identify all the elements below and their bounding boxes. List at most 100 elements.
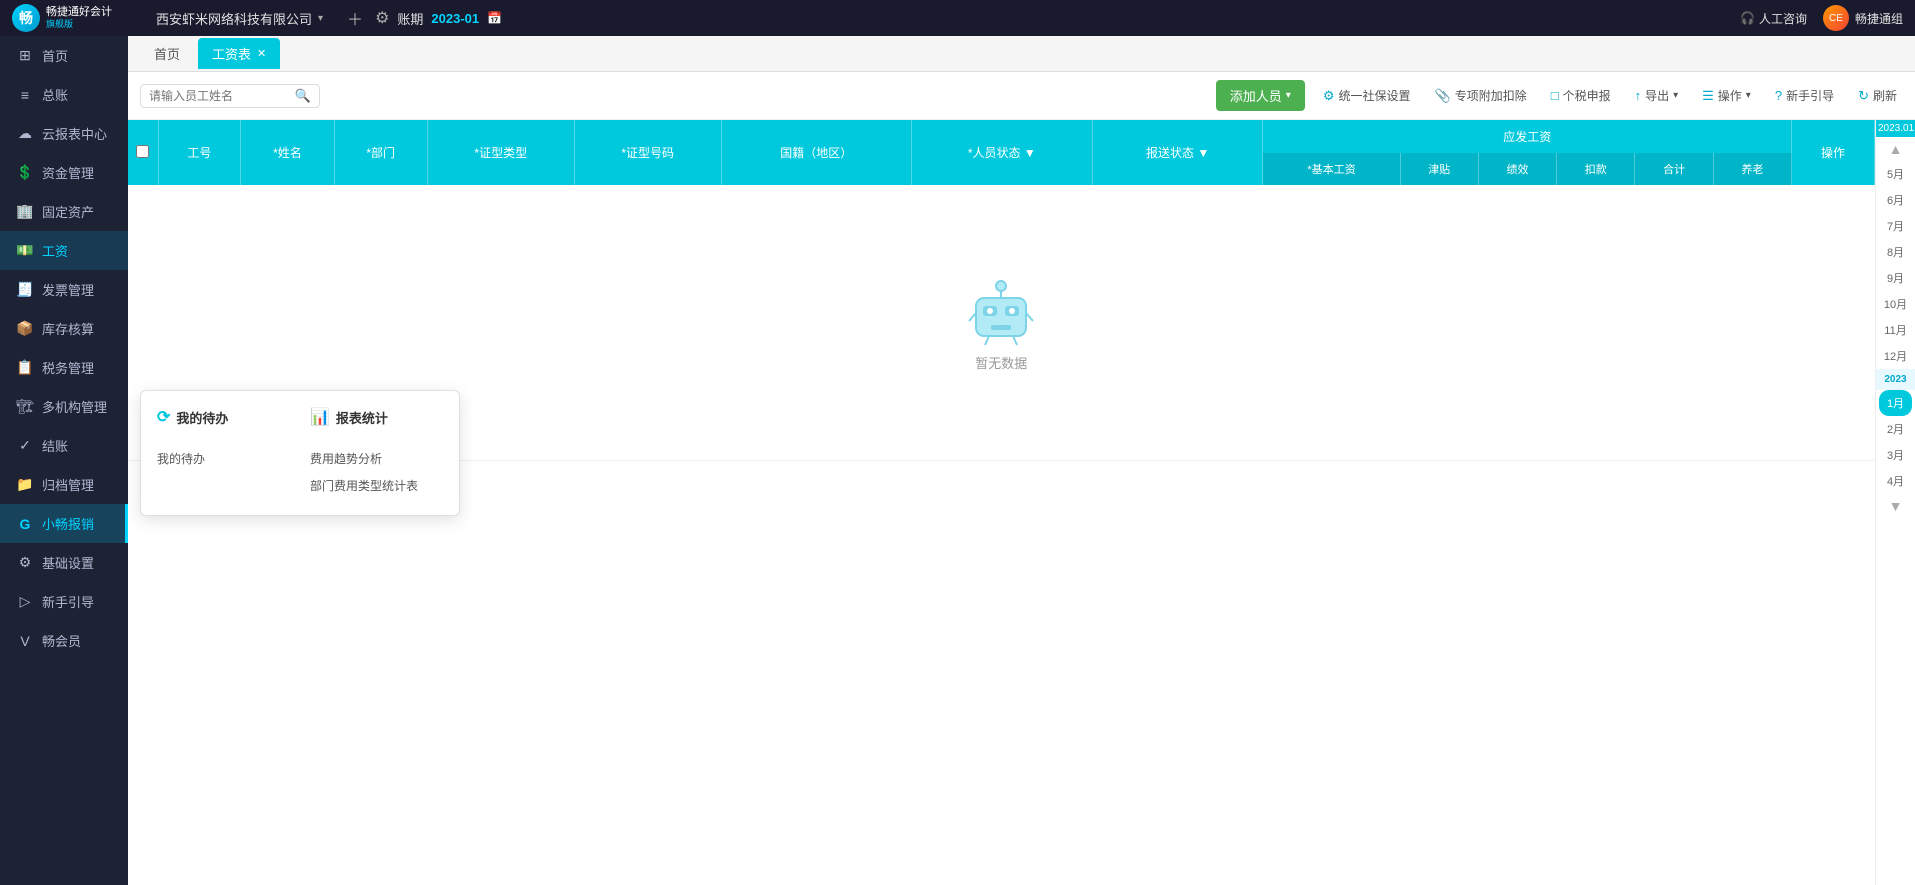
sidebar-item-basic[interactable]: ⚙ 基础设置 — [0, 543, 128, 582]
col-op: 操作 — [1792, 120, 1875, 185]
social-icon: ⚙ — [1323, 88, 1335, 104]
sub-performance: 绩效 — [1478, 153, 1556, 185]
sub-total: 合计 — [1635, 153, 1713, 185]
settings-icon[interactable]: ⚙ — [375, 8, 389, 28]
invoice-icon: 🧾 — [16, 281, 34, 298]
refresh-button[interactable]: ↻ 刷新 — [1852, 83, 1903, 108]
headset-icon: 🎧 — [1740, 11, 1755, 25]
timeline-month-5[interactable]: 5月 — [1876, 161, 1915, 187]
sidebar: ⊞ 首页 ≡ 总账 ☁ 云报表中心 💲 资金管理 🏢 固定资产 💵 工资 🧾 发… — [0, 36, 128, 885]
popup-col-report-title: 📊 报表统计 — [310, 407, 443, 433]
sidebar-item-xpay[interactable]: G 小畅报销 — [0, 504, 128, 543]
col-name: *姓名 — [241, 120, 334, 185]
sub-base: *基本工资 — [1263, 153, 1400, 185]
refresh-icon: ↻ — [1858, 88, 1869, 104]
export-button[interactable]: ↑ 导出 ▾ — [1629, 83, 1685, 108]
timeline-month-1[interactable]: 1月 — [1879, 390, 1912, 416]
sidebar-item-tax[interactable]: 📋 税务管理 — [0, 348, 128, 387]
sidebar-item-member[interactable]: V 畅会员 — [0, 621, 128, 660]
tax-report-button[interactable]: □ 个税申报 — [1545, 83, 1617, 108]
timeline-up-nav[interactable]: ▲ — [1876, 137, 1915, 161]
report-icon: 📊 — [310, 407, 330, 427]
home-icon: ⊞ — [16, 47, 34, 64]
tab-salary[interactable]: 工资表 ✕ — [198, 38, 280, 69]
filter-icon[interactable]: ▼ — [1024, 146, 1036, 160]
sidebar-item-multi[interactable]: 🏗 多机构管理 — [0, 387, 128, 426]
sidebar-item-ledger[interactable]: ≡ 总账 — [0, 75, 128, 114]
xpay-icon: G — [16, 516, 34, 532]
search-wrap: 🔍 — [140, 84, 320, 108]
timeline-month-6[interactable]: 6月 — [1876, 187, 1915, 213]
top-bar-quick-actions: ＋ ⚙ — [347, 6, 389, 30]
tab-home[interactable]: 首页 — [140, 38, 194, 69]
timeline-month-11[interactable]: 11月 — [1876, 317, 1915, 343]
col-no: 工号 — [158, 120, 241, 185]
select-all-checkbox[interactable] — [136, 145, 149, 158]
salary-icon: 💵 — [16, 242, 34, 259]
guide-icon: ▷ — [16, 593, 34, 610]
sidebar-item-invoice[interactable]: 🧾 发票管理 — [0, 270, 128, 309]
empty-illustration — [961, 273, 1041, 353]
archive-icon: 📁 — [16, 476, 34, 493]
sidebar-item-assets[interactable]: 🏢 固定资产 — [0, 192, 128, 231]
col-cert-type: *证型类型 — [427, 120, 574, 185]
popup-item-todo[interactable]: 我的待办 — [157, 445, 290, 472]
col-country: 国籍（地区） — [721, 120, 911, 185]
tab-close-icon[interactable]: ✕ — [257, 47, 266, 60]
sidebar-item-inventory[interactable]: 📦 库存核算 — [0, 309, 128, 348]
toolbar: 🔍 添加人员 ▾ ⚙ 统一社保设置 📎 专项附加扣除 □ 个税申报 — [128, 72, 1915, 120]
sidebar-item-archive[interactable]: 📁 归档管理 — [0, 465, 128, 504]
funds-icon: 💲 — [16, 164, 34, 181]
search-input[interactable] — [149, 89, 291, 103]
sidebar-item-home[interactable]: ⊞ 首页 — [0, 36, 128, 75]
cloud-icon: ☁ — [16, 125, 34, 142]
top-bar: 畅 畅捷通好会计 旗舰版 西安虾米网络科技有限公司 ▾ ＋ ⚙ 账期 2023-… — [0, 0, 1915, 36]
right-panel: 2023.01 ▲ 5月 6月 7月 8月 9月 10月 11月 12月 202… — [1875, 120, 1915, 885]
top-bar-right: 🎧 人工咨询 CE 畅捷通组 — [1740, 5, 1903, 31]
timeline-month-3[interactable]: 3月 — [1876, 442, 1915, 468]
timeline-month-9[interactable]: 9月 — [1876, 265, 1915, 291]
sidebar-item-settlement[interactable]: ✓ 结账 — [0, 426, 128, 465]
logo-area: 畅 畅捷通好会计 旗舰版 — [12, 4, 140, 32]
assets-icon: 🏢 — [16, 203, 34, 220]
timeline-year-2023: 2023 — [1876, 369, 1915, 390]
member-icon: V — [16, 633, 34, 649]
sub-allowance: 津贴 — [1400, 153, 1478, 185]
add-icon[interactable]: ＋ — [347, 6, 363, 30]
col-status: *人员状态 ▼ — [911, 120, 1092, 185]
timeline-month-8[interactable]: 8月 — [1876, 239, 1915, 265]
popup-item-dept-cost[interactable]: 部门费用类型统计表 — [310, 472, 443, 499]
service-button[interactable]: 🎧 人工咨询 — [1740, 10, 1807, 27]
report-filter-icon[interactable]: ▼ — [1197, 146, 1209, 160]
company-selector[interactable]: 西安虾米网络科技有限公司 ▾ — [148, 5, 331, 32]
timeline-month-2[interactable]: 2月 — [1876, 416, 1915, 442]
special-deduction-button[interactable]: 📎 专项附加扣除 — [1429, 83, 1533, 108]
timeline-month-7[interactable]: 7月 — [1876, 213, 1915, 239]
sidebar-item-salary[interactable]: 💵 工资 — [0, 231, 128, 270]
add-chevron-icon: ▾ — [1286, 90, 1291, 101]
user-area[interactable]: CE 畅捷通组 — [1823, 5, 1903, 31]
timeline-month-12[interactable]: 12月 — [1876, 343, 1915, 369]
sub-deduction: 扣款 — [1557, 153, 1635, 185]
multi-icon: 🏗 — [16, 398, 34, 415]
sidebar-item-cloud[interactable]: ☁ 云报表中心 — [0, 114, 128, 153]
timeline-month-10[interactable]: 10月 — [1876, 291, 1915, 317]
sidebar-item-guide[interactable]: ▷ 新手引导 — [0, 582, 128, 621]
timeline-down-nav[interactable]: ▼ — [1876, 494, 1915, 518]
col-report-status: 报送状态 ▼ — [1092, 120, 1263, 185]
popup-col-report: 📊 报表统计 费用趋势分析 部门费用类型统计表 — [310, 407, 443, 499]
social-settings-button[interactable]: ⚙ 统一社保设置 — [1317, 83, 1417, 108]
add-person-button[interactable]: 添加人员 ▾ — [1216, 80, 1305, 111]
sidebar-item-funds[interactable]: 💲 资金管理 — [0, 153, 128, 192]
timeline-month-4[interactable]: 4月 — [1876, 468, 1915, 494]
calendar-icon[interactable]: 📅 — [487, 11, 502, 25]
search-icon[interactable]: 🔍 — [295, 88, 311, 104]
toolbar-right: 添加人员 ▾ ⚙ 统一社保设置 📎 专项附加扣除 □ 个税申报 ↑ 导出 — [1216, 80, 1903, 111]
popup-item-cost-trend[interactable]: 费用趋势分析 — [310, 445, 443, 472]
guide-button[interactable]: ? 新手引导 — [1769, 83, 1840, 108]
sub-pension: 养老 — [1713, 153, 1791, 185]
settlement-icon: ✓ — [16, 437, 34, 454]
chevron-down-icon: ▾ — [318, 13, 323, 24]
operate-button[interactable]: ☰ 操作 ▾ — [1696, 83, 1757, 108]
col-wage-group: 应发工资 — [1263, 120, 1792, 153]
